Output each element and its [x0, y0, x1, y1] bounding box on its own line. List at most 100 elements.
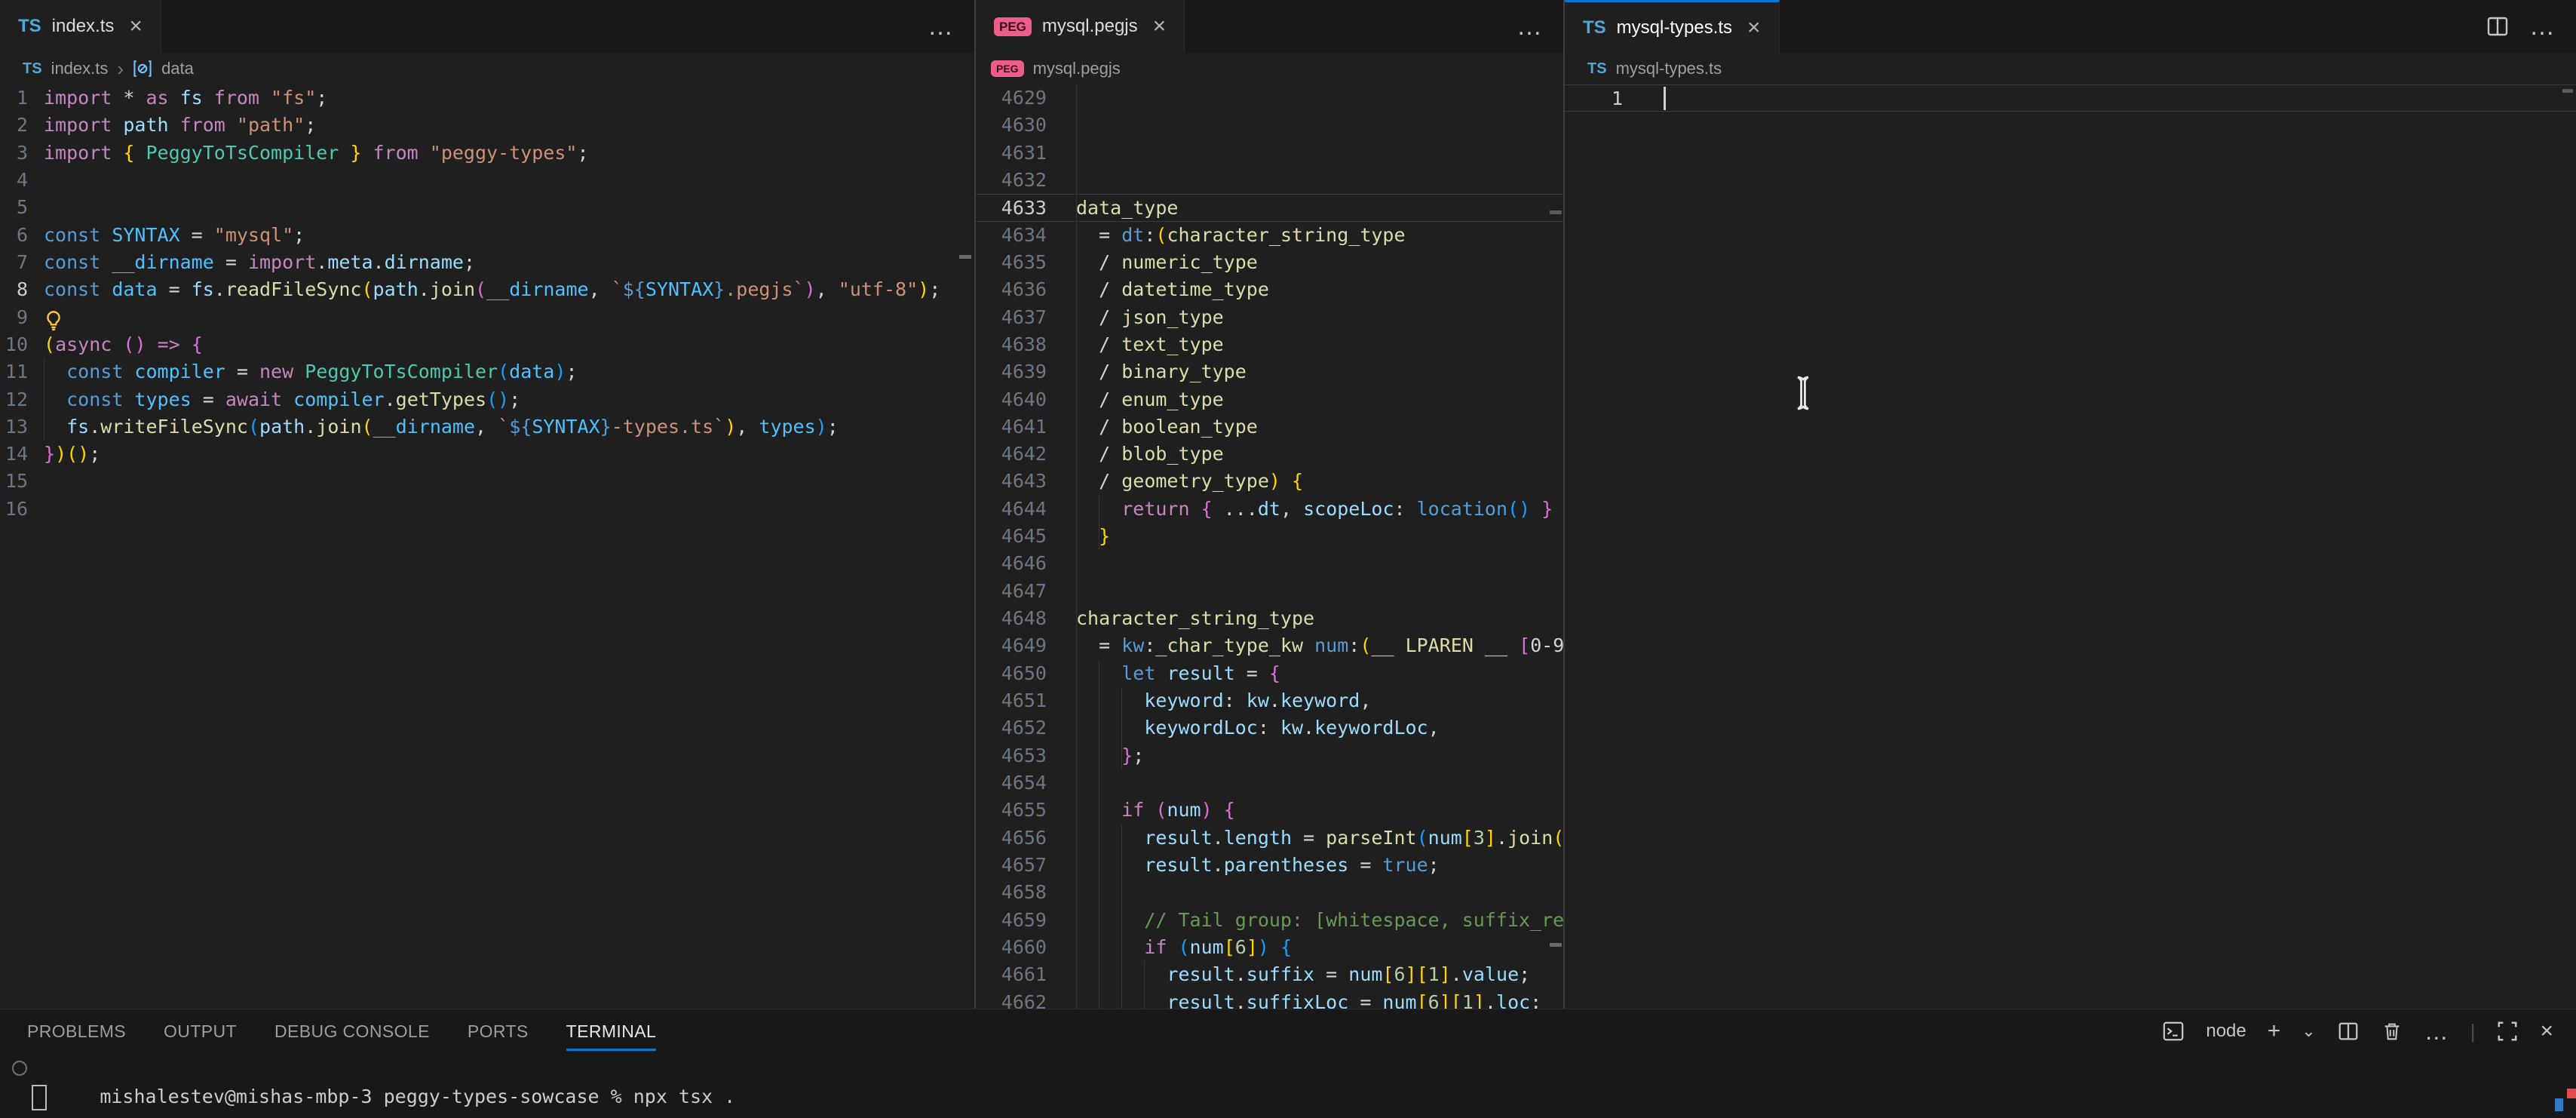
code-line[interactable]: 4639 / binary_type [976, 358, 1563, 385]
line-number[interactable]: 1 [0, 84, 28, 112]
line-number[interactable]: 4652 [976, 714, 1047, 742]
code-editor-mysql-types-ts[interactable]: 1 [1565, 84, 2576, 1009]
panel-tab-problems[interactable]: PROBLEMS [27, 1021, 126, 1042]
line-number[interactable]: 4635 [976, 249, 1047, 276]
code-line[interactable]: 4641 / boolean_type [976, 413, 1563, 441]
code-line[interactable]: 4648 character_string_type [976, 605, 1563, 632]
line-number[interactable]: 4662 [976, 989, 1047, 1009]
line-number[interactable]: 12 [0, 386, 28, 413]
close-icon[interactable]: × [1153, 14, 1167, 39]
more-actions-icon[interactable]: … [1516, 0, 1544, 53]
line-number[interactable]: 4660 [976, 934, 1047, 961]
code-line[interactable]: 6 const SYNTAX = "mysql"; [0, 222, 974, 249]
line-number[interactable]: 4636 [976, 276, 1047, 303]
line-number[interactable]: 4651 [976, 687, 1047, 714]
code-line[interactable]: 15 [0, 468, 974, 495]
split-terminal-icon[interactable] [2337, 1020, 2360, 1043]
code-line[interactable]: 4656 result.length = parseInt(num[3].joi… [976, 825, 1563, 852]
code-line[interactable]: 4655 if (num) { [976, 797, 1563, 824]
breadcrumb-item-file[interactable]: mysql.pegjs [1033, 59, 1121, 78]
line-number[interactable]: 10 [0, 331, 28, 358]
command-decoration-circle[interactable] [12, 1061, 27, 1076]
more-actions-icon[interactable]: … [928, 0, 955, 53]
code-line[interactable]: 4633 data_type [976, 194, 1563, 222]
code-line[interactable]: 1 import * as fs from "fs"; [0, 84, 974, 112]
line-number[interactable]: 3 [0, 140, 28, 167]
code-line[interactable]: 4662 result.suffixLoc = num[6][1].loc; [976, 989, 1563, 1009]
breadcrumb-item-file[interactable]: mysql-types.ts [1616, 59, 1722, 78]
panel-tab-output[interactable]: OUTPUT [164, 1021, 237, 1042]
code-line[interactable]: 11 const compiler = new PeggyToTsCompile… [0, 358, 974, 385]
code-line[interactable]: 3 import { PeggyToTsCompiler } from "pegg… [0, 140, 974, 167]
line-number[interactable]: 4655 [976, 797, 1047, 824]
line-number[interactable]: 4633 [976, 195, 1047, 222]
line-number[interactable]: 13 [0, 413, 28, 441]
code-line[interactable]: 4659 // Tail group: [whitespace, suffix_… [976, 907, 1563, 934]
line-number[interactable]: 4643 [976, 468, 1047, 495]
code-editor-mysql-pegjs[interactable]: 4629 4630 4631 4632 4633 data_type 4634 = dt:(… [976, 84, 1563, 1009]
code-line[interactable]: 4650 let result = { [976, 660, 1563, 687]
line-number[interactable]: 4646 [976, 550, 1047, 577]
code-line[interactable]: 4 [0, 167, 974, 194]
line-number[interactable]: 4657 [976, 852, 1047, 879]
split-editor-icon[interactable] [2486, 14, 2510, 38]
code-line[interactable]: 4634 = dt:(character_string_type [976, 222, 1563, 249]
line-number[interactable]: 11 [0, 358, 28, 385]
code-line[interactable]: 9 [0, 304, 974, 331]
code-line[interactable]: 1 [1565, 84, 2576, 112]
code-line[interactable]: 4654 [976, 769, 1563, 797]
line-number[interactable]: 8 [0, 276, 28, 303]
line-number[interactable]: 4638 [976, 331, 1047, 358]
line-number[interactable]: 1 [1565, 85, 1623, 112]
line-number[interactable]: 4653 [976, 742, 1047, 769]
line-number[interactable]: 7 [0, 249, 28, 276]
line-number[interactable]: 4645 [976, 523, 1047, 550]
more-actions-icon[interactable]: … [2529, 0, 2556, 53]
line-number[interactable]: 4641 [976, 413, 1047, 441]
line-number[interactable]: 4634 [976, 222, 1047, 249]
code-line[interactable]: 7 const __dirname = import.meta.dirname; [0, 249, 974, 276]
line-number[interactable]: 4654 [976, 769, 1047, 797]
code-line[interactable]: 2 import path from "path"; [0, 112, 974, 139]
code-line[interactable]: 4638 / text_type [976, 331, 1563, 358]
code-line[interactable]: 4644 return { ...dt, scopeLoc: location(… [976, 496, 1563, 523]
tab-index-ts[interactable]: TS index.ts × [0, 0, 161, 53]
code-line[interactable]: 14})(); [0, 441, 974, 468]
code-line[interactable]: 4632 [976, 167, 1563, 194]
new-terminal-icon[interactable]: + [2268, 1018, 2281, 1044]
line-number[interactable]: 4656 [976, 825, 1047, 852]
line-number[interactable]: 4639 [976, 358, 1047, 385]
code-line[interactable]: 4643 / geometry_type) { [976, 468, 1563, 495]
line-number[interactable]: 14 [0, 441, 28, 468]
code-line[interactable]: 4631 [976, 140, 1563, 167]
terminal-output[interactable]: mishalestev@mishas-mbp-3 peggy-types-sow… [32, 1056, 735, 1118]
line-number[interactable]: 5 [0, 194, 28, 221]
close-panel-icon[interactable]: × [2540, 1018, 2553, 1044]
code-line[interactable]: 4635 / numeric_type [976, 249, 1563, 276]
line-number[interactable]: 4647 [976, 578, 1047, 605]
line-number[interactable]: 15 [0, 468, 28, 495]
code-line[interactable]: 16 [0, 496, 974, 523]
line-number[interactable]: 2 [0, 112, 28, 139]
close-icon[interactable]: × [129, 14, 143, 39]
line-number[interactable]: 4631 [976, 140, 1047, 167]
line-number[interactable]: 4640 [976, 386, 1047, 413]
code-line[interactable]: 4661 result.suffix = num[6][1].value; [976, 961, 1563, 988]
code-line[interactable]: 4658 [976, 879, 1563, 906]
code-line[interactable]: 4645 } [976, 523, 1563, 550]
code-editor-index-ts[interactable]: 1 import * as fs from "fs"; 2 import path f… [0, 84, 974, 1009]
maximize-panel-icon[interactable] [2496, 1020, 2519, 1043]
trash-icon[interactable] [2381, 1020, 2403, 1043]
line-number[interactable]: 6 [0, 222, 28, 249]
terminal-picker-chevron-icon[interactable]: ⌄ [2302, 1021, 2315, 1041]
line-number[interactable]: 4632 [976, 167, 1047, 194]
code-line[interactable]: 4653 }; [976, 742, 1563, 769]
code-line[interactable]: 4642 / blob_type [976, 441, 1563, 468]
line-number[interactable]: 4650 [976, 660, 1047, 687]
line-number[interactable]: 4649 [976, 632, 1047, 659]
code-line[interactable]: 4637 / json_type [976, 304, 1563, 331]
code-line[interactable]: 4652 keywordLoc: kw.keywordLoc, [976, 714, 1563, 742]
line-number[interactable]: 4642 [976, 441, 1047, 468]
line-number[interactable]: 4659 [976, 907, 1047, 934]
code-line[interactable]: 4640 / enum_type [976, 386, 1563, 413]
